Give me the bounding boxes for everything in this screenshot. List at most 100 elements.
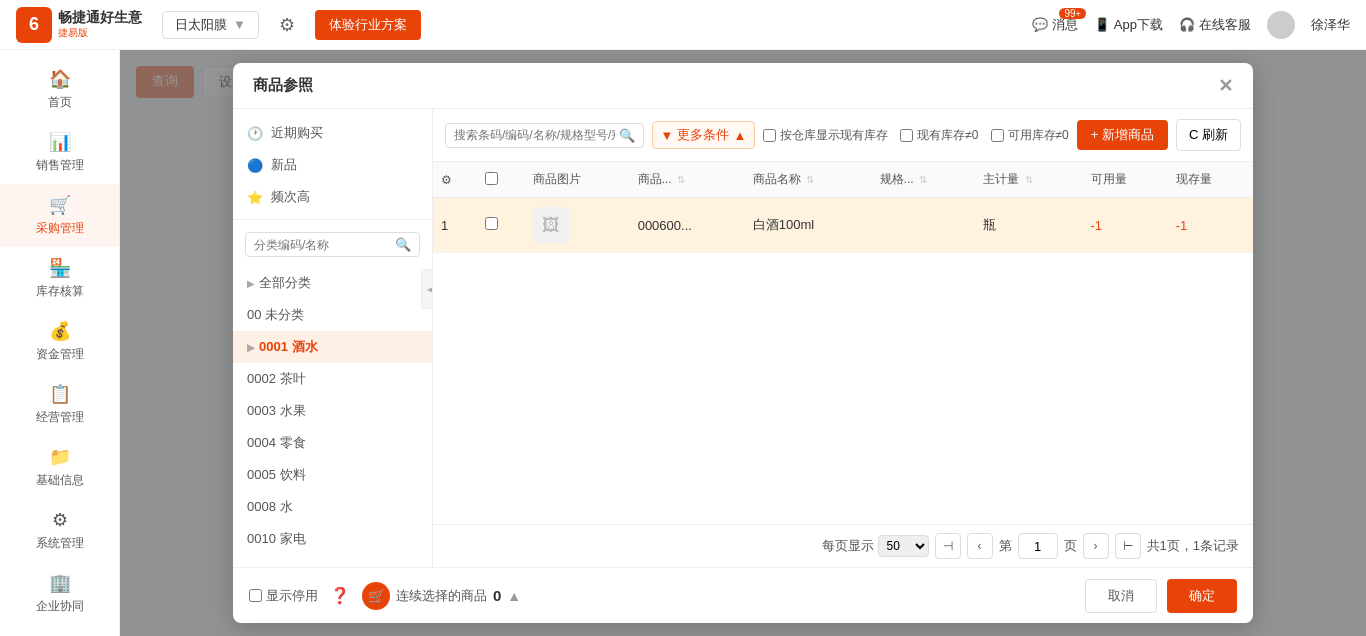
- collapse-button[interactable]: ◀: [421, 269, 433, 309]
- category-6[interactable]: 0008 水: [233, 491, 432, 523]
- cat-label-2: 0002 茶叶: [247, 370, 306, 388]
- th-checkbox[interactable]: [477, 162, 525, 198]
- category-7[interactable]: 0010 家电: [233, 523, 432, 555]
- divider-1: [233, 219, 432, 220]
- cell-unit: 瓶: [975, 198, 1082, 253]
- logo: 6 畅捷通好生意 捷易版: [16, 7, 142, 43]
- modal-body: 🕐 近期购买 🔵 新品 ⭐ 频次高: [233, 109, 1253, 567]
- messages-badge: 99+: [1059, 8, 1085, 19]
- cancel-button[interactable]: 取消: [1085, 579, 1157, 613]
- add-product-button[interactable]: + 新增商品: [1077, 120, 1168, 150]
- cat-label-5: 0005 饮料: [247, 466, 306, 484]
- category-4[interactable]: 0004 零食: [233, 427, 432, 459]
- show-disabled-checkbox[interactable]: 显示停用: [249, 587, 318, 605]
- nav-new-label: 新品: [271, 156, 297, 174]
- nav-frequent[interactable]: ⭐ 频次高: [233, 181, 432, 213]
- row-checkbox[interactable]: [485, 217, 498, 230]
- show-disabled-input[interactable]: [249, 589, 262, 602]
- sidebar-item-operations[interactable]: 📋 经营管理: [0, 373, 119, 436]
- settings-icon[interactable]: ⚙: [271, 9, 303, 41]
- enterprise-icon: 🏢: [49, 572, 71, 594]
- th-code[interactable]: 商品... ⇅: [630, 162, 745, 198]
- category-1[interactable]: ▶ 0001 酒水: [233, 331, 432, 363]
- help-icon[interactable]: ❓: [330, 586, 350, 605]
- app-icon: 📱: [1094, 17, 1110, 32]
- sidebar-item-system[interactable]: ⚙ 系统管理: [0, 499, 119, 562]
- filter-checkboxes: 按仓库显示现有库存 现有库存≠0 可用库存≠0: [763, 127, 1069, 144]
- logo-sub: 捷易版: [58, 26, 142, 40]
- modal-title: 商品参照: [253, 76, 313, 95]
- cell-index: 1: [433, 198, 477, 253]
- sidebar-item-basic[interactable]: 📁 基础信息: [0, 436, 119, 499]
- home-icon: 🏠: [49, 68, 71, 90]
- checkbox-warehouse[interactable]: 按仓库显示现有库存: [763, 127, 888, 144]
- modal-footer: 显示停用 ❓ 🛒 连续选择的商品 0 ▲ 取消 确定: [233, 567, 1253, 623]
- nav-new-products[interactable]: 🔵 新品: [233, 149, 432, 181]
- last-page-button[interactable]: ⊢: [1115, 533, 1141, 559]
- category-2[interactable]: 0002 茶叶: [233, 363, 432, 395]
- sidebar-item-sales[interactable]: 📊 销售管理: [0, 121, 119, 184]
- confirm-button[interactable]: 确定: [1167, 579, 1237, 613]
- sidebar-label-home: 首页: [48, 94, 72, 111]
- category-0[interactable]: 00 未分类: [233, 299, 432, 331]
- product-search-bar[interactable]: 🔍: [445, 123, 644, 148]
- sidebar-item-purchase[interactable]: 🛒 采购管理: [0, 184, 119, 247]
- store-selector[interactable]: 日太阳膜 ▼: [162, 11, 259, 39]
- sidebar-item-guide[interactable]: 📖 新手引导: [0, 625, 119, 636]
- table-row[interactable]: 1 🖼 000600... 白酒100ml 瓶: [433, 198, 1253, 253]
- category-search-input[interactable]: [254, 238, 391, 252]
- page-size-select[interactable]: 每页显示 20 50 100: [822, 535, 929, 557]
- trial-button[interactable]: 体验行业方案: [315, 10, 421, 40]
- page-number-input[interactable]: [1018, 533, 1058, 559]
- prev-page-button[interactable]: ‹: [967, 533, 993, 559]
- checkbox-warehouse-input[interactable]: [763, 129, 776, 142]
- messages-button[interactable]: 💬 消息 99+: [1032, 16, 1078, 34]
- store-dropdown-icon: ▼: [233, 17, 246, 32]
- inventory-icon: 🏪: [49, 257, 71, 279]
- sidebar-item-finance[interactable]: 💰 资金管理: [0, 310, 119, 373]
- online-service-button[interactable]: 🎧 在线客服: [1179, 16, 1251, 34]
- th-settings[interactable]: ⚙: [433, 162, 477, 198]
- sidebar-label-basic: 基础信息: [36, 472, 84, 489]
- product-search-input[interactable]: [454, 128, 615, 142]
- app-download-button[interactable]: 📱 App下载: [1094, 16, 1163, 34]
- system-icon: ⚙: [52, 509, 68, 531]
- cat-label-1: 0001 酒水: [259, 338, 318, 356]
- th-name[interactable]: 商品名称 ⇅: [745, 162, 872, 198]
- sales-icon: 📊: [49, 131, 71, 153]
- next-page-button[interactable]: ›: [1083, 533, 1109, 559]
- category-3[interactable]: 0003 水果: [233, 395, 432, 427]
- cat-label-3: 0003 水果: [247, 402, 306, 420]
- select-all-checkbox[interactable]: [485, 172, 498, 185]
- page-label: 第: [999, 537, 1012, 555]
- checkbox-stock-ne0[interactable]: 现有库存≠0: [900, 127, 978, 144]
- category-5[interactable]: 0005 饮料: [233, 459, 432, 491]
- th-unit[interactable]: 主计量 ⇅: [975, 162, 1082, 198]
- checkbox-available-ne0[interactable]: 可用库存≠0: [991, 127, 1069, 144]
- collapse-up-icon[interactable]: ▲: [507, 588, 521, 604]
- cat-arrow-1: ▶: [247, 342, 255, 353]
- category-search-box[interactable]: 🔍: [245, 232, 420, 257]
- nav-freq-label: 频次高: [271, 188, 310, 206]
- continuous-select-area[interactable]: 🛒 连续选择的商品 0 ▲: [362, 582, 521, 610]
- checkbox-available-ne0-label: 可用库存≠0: [1008, 127, 1069, 144]
- checkbox-available-ne0-input[interactable]: [991, 129, 1004, 142]
- filter-button[interactable]: ▼ 更多条件 ▲: [652, 121, 756, 149]
- pagination-summary: 共1页，1条记录: [1147, 537, 1239, 555]
- th-spec[interactable]: 规格... ⇅: [872, 162, 976, 198]
- modal-close-button[interactable]: ✕: [1218, 75, 1233, 97]
- sidebar-item-home[interactable]: 🏠 首页: [0, 58, 119, 121]
- th-stock: 现存量: [1168, 162, 1253, 198]
- cell-checkbox[interactable]: [477, 198, 525, 253]
- page-suffix: 页: [1064, 537, 1077, 555]
- sidebar-item-enterprise[interactable]: 🏢 企业协同: [0, 562, 119, 625]
- sidebar-item-inventory[interactable]: 🏪 库存核算: [0, 247, 119, 310]
- cat-label-4: 0004 零食: [247, 434, 306, 452]
- first-page-button[interactable]: ⊣: [935, 533, 961, 559]
- nav-recent-purchase[interactable]: 🕐 近期购买: [233, 117, 432, 149]
- checkbox-stock-ne0-input[interactable]: [900, 129, 913, 142]
- per-page-dropdown[interactable]: 20 50 100: [878, 535, 929, 557]
- category-all[interactable]: ▶ 全部分类: [233, 267, 432, 299]
- refresh-button[interactable]: C 刷新: [1176, 119, 1241, 151]
- cat-arrow-all: ▶: [247, 278, 255, 289]
